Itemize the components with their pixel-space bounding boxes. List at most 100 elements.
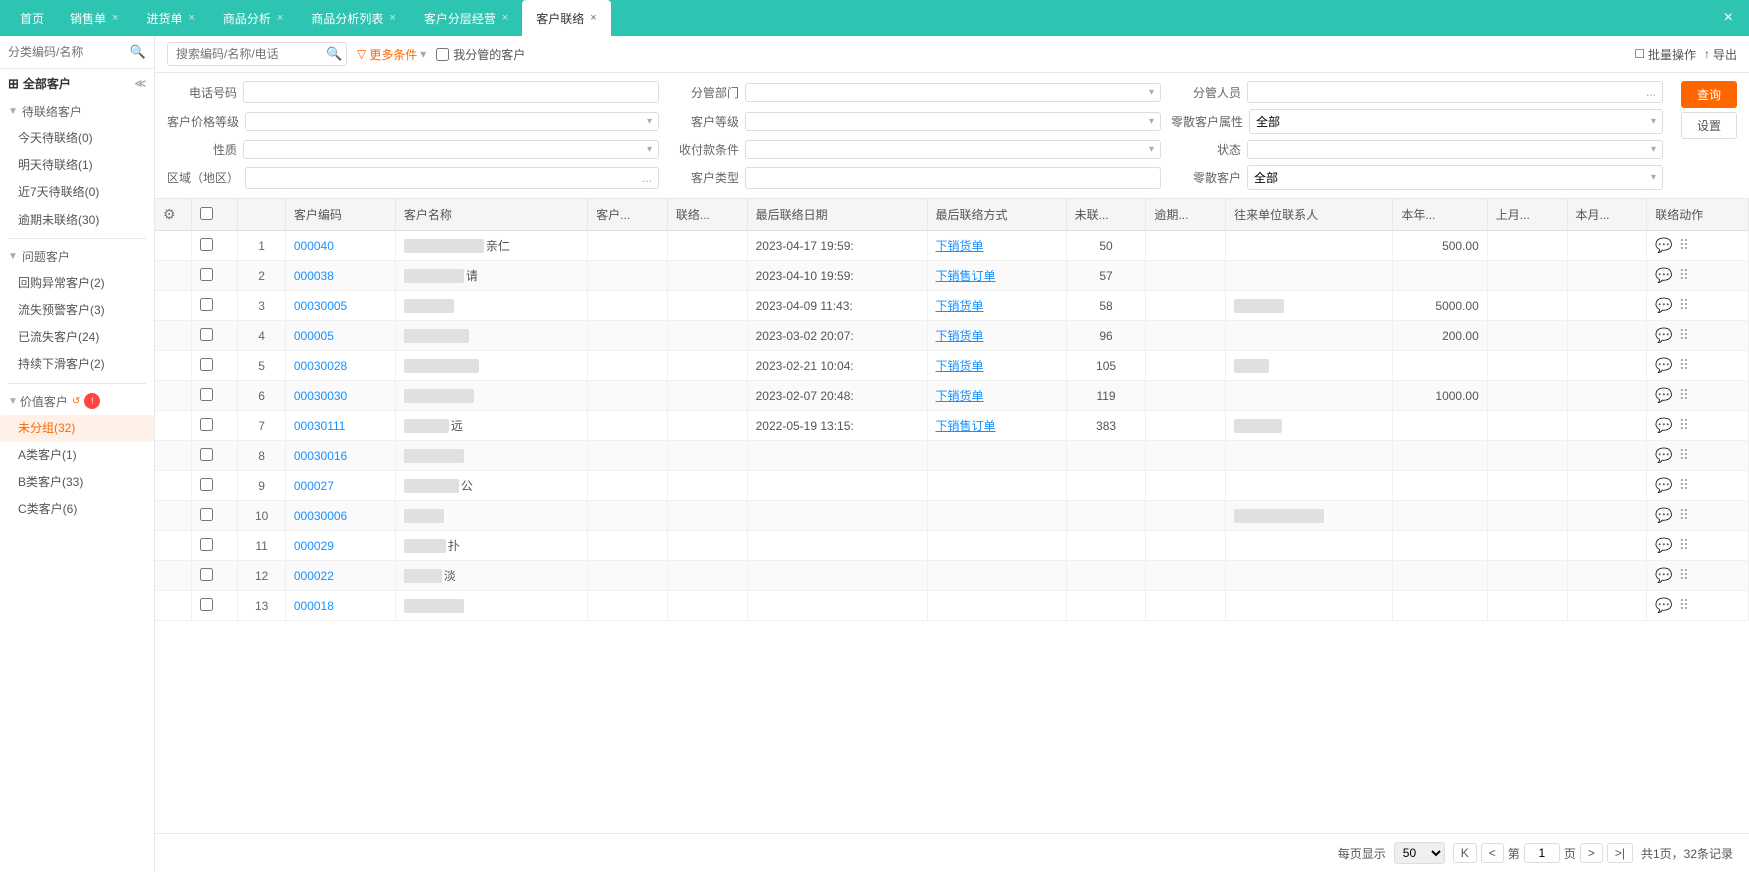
tab-purchase[interactable]: 进货单 × xyxy=(132,0,208,36)
scatter-cust-select[interactable]: 全部 ▾ xyxy=(1247,165,1663,190)
sidebar-item-7days[interactable]: 近7天待联络(0) xyxy=(0,179,154,206)
batch-operation-btn[interactable]: ☐ 批量操作 xyxy=(1634,46,1696,63)
row-last-way[interactable] xyxy=(927,531,1066,561)
first-page-btn[interactable]: K xyxy=(1453,843,1477,863)
chat-icon[interactable]: 💬 xyxy=(1655,507,1672,524)
col-this-year[interactable]: 本年... xyxy=(1393,199,1487,231)
prev-page-btn[interactable]: < xyxy=(1481,843,1504,863)
more-icon[interactable]: ⠿ xyxy=(1679,267,1689,284)
filter-search-icon[interactable]: 🔍 xyxy=(326,46,342,62)
row-code[interactable]: 00030005 xyxy=(285,291,395,321)
row-select[interactable] xyxy=(200,358,213,371)
sidebar-item-lost[interactable]: 已流失客户(24) xyxy=(0,324,154,351)
row-checkbox[interactable] xyxy=(191,381,238,411)
row-last-way[interactable]: 下销货单 xyxy=(927,291,1066,321)
row-code[interactable]: 00030030 xyxy=(285,381,395,411)
row-code[interactable]: 00030028 xyxy=(285,351,395,381)
row-code[interactable]: 000022 xyxy=(285,561,395,591)
row-code[interactable]: 00030016 xyxy=(285,441,395,471)
tab-customer-contact[interactable]: 客户联络 × xyxy=(522,0,610,36)
row-checkbox[interactable] xyxy=(191,231,238,261)
nature-select[interactable]: ▾ xyxy=(243,140,659,159)
col-contact[interactable]: 联络... xyxy=(667,199,747,231)
row-last-way[interactable]: 下销货单 xyxy=(927,231,1066,261)
more-icon[interactable]: ⠿ xyxy=(1679,447,1689,464)
sidebar-item-today[interactable]: 今天待联络(0) xyxy=(0,125,154,152)
more-icon[interactable]: ⠿ xyxy=(1679,477,1689,494)
more-icon[interactable]: ⠿ xyxy=(1679,387,1689,404)
region-ellipsis[interactable]: ... xyxy=(245,167,659,189)
sidebar-search-input[interactable] xyxy=(8,45,130,59)
more-conditions-btn[interactable]: ▽ 更多条件 ▾ xyxy=(357,46,426,63)
row-code[interactable]: 000027 xyxy=(285,471,395,501)
sidebar-item-abnormal[interactable]: 回购异常客户(2) xyxy=(0,270,154,297)
chat-icon[interactable]: 💬 xyxy=(1655,387,1672,404)
close-all-btn[interactable]: × xyxy=(1716,9,1741,27)
row-last-way[interactable] xyxy=(927,561,1066,591)
tab-home[interactable]: 首页 xyxy=(8,0,56,36)
payment-select[interactable]: ▾ xyxy=(745,140,1161,159)
more-icon[interactable]: ⠿ xyxy=(1679,357,1689,374)
query-btn[interactable]: 查询 xyxy=(1681,81,1737,108)
row-last-way[interactable] xyxy=(927,441,1066,471)
chat-icon[interactable]: 💬 xyxy=(1655,447,1672,464)
row-checkbox[interactable] xyxy=(191,321,238,351)
col-last-date[interactable]: 最后联络日期 xyxy=(747,199,927,231)
close-product-tab[interactable]: × xyxy=(277,12,283,24)
col-last-month[interactable]: 上月... xyxy=(1487,199,1567,231)
row-select[interactable] xyxy=(200,448,213,461)
sidebar-search-icon[interactable]: 🔍 xyxy=(130,44,146,60)
more-icon[interactable]: ⠿ xyxy=(1679,567,1689,584)
row-select[interactable] xyxy=(200,568,213,581)
reset-btn[interactable]: 设置 xyxy=(1681,112,1737,139)
page-number-input[interactable] xyxy=(1524,843,1560,863)
row-last-way[interactable]: 下销货单 xyxy=(927,381,1066,411)
row-select[interactable] xyxy=(200,508,213,521)
col-overdue[interactable]: 逾期... xyxy=(1146,199,1226,231)
next-page-btn[interactable]: > xyxy=(1580,843,1603,863)
row-checkbox[interactable] xyxy=(191,351,238,381)
row-select[interactable] xyxy=(200,328,213,341)
sidebar-item-unclassified[interactable]: 未分组(32) xyxy=(0,415,154,442)
sidebar-pending-group[interactable]: ▼ 待联络客户 xyxy=(0,98,154,125)
row-checkbox[interactable] xyxy=(191,261,238,291)
chat-icon[interactable]: 💬 xyxy=(1655,567,1672,584)
row-last-way[interactable] xyxy=(927,501,1066,531)
scatter-attr-select[interactable]: 全部 ▾ xyxy=(1249,109,1663,134)
close-product-list-tab[interactable]: × xyxy=(389,12,395,24)
chat-icon[interactable]: 💬 xyxy=(1655,477,1672,494)
col-code[interactable]: 客户编码 xyxy=(285,199,395,231)
row-code[interactable]: 00030006 xyxy=(285,501,395,531)
filter-search-box[interactable]: 🔍 xyxy=(167,42,347,66)
row-code[interactable]: 000018 xyxy=(285,591,395,621)
col-last-way[interactable]: 最后联络方式 xyxy=(927,199,1066,231)
chat-icon[interactable]: 💬 xyxy=(1655,597,1672,614)
close-segment-tab[interactable]: × xyxy=(502,12,508,24)
col-settings[interactable]: ⚙ xyxy=(155,199,191,231)
refresh-icon[interactable]: ↺ xyxy=(72,396,80,407)
phone-input[interactable] xyxy=(243,81,659,103)
col-name[interactable]: 客户名称 xyxy=(395,199,587,231)
row-select[interactable] xyxy=(200,598,213,611)
row-last-way[interactable]: 下销售订单 xyxy=(927,261,1066,291)
tab-customer-segment[interactable]: 客户分层经营 × xyxy=(410,0,522,36)
col-no-contact[interactable]: 未联... xyxy=(1066,199,1146,231)
close-sales-tab[interactable]: × xyxy=(112,12,118,24)
row-code[interactable]: 000005 xyxy=(285,321,395,351)
row-checkbox[interactable] xyxy=(191,501,238,531)
row-select[interactable] xyxy=(200,418,213,431)
row-select[interactable] xyxy=(200,238,213,251)
filter-search-input[interactable] xyxy=(176,47,326,61)
row-last-way[interactable]: 下销货单 xyxy=(927,321,1066,351)
sidebar-item-declining[interactable]: 持续下滑客户(2) xyxy=(0,351,154,378)
row-select[interactable] xyxy=(200,478,213,491)
sidebar-item-class-b[interactable]: B类客户(33) xyxy=(0,469,154,496)
row-code[interactable]: 000040 xyxy=(285,231,395,261)
more-icon[interactable]: ⠿ xyxy=(1679,537,1689,554)
row-checkbox[interactable] xyxy=(191,441,238,471)
close-contact-tab[interactable]: × xyxy=(590,12,596,24)
chat-icon[interactable]: 💬 xyxy=(1655,357,1672,374)
row-code[interactable]: 00030111 xyxy=(285,411,395,441)
row-last-way[interactable]: 下销货单 xyxy=(927,351,1066,381)
status-select[interactable]: ▾ xyxy=(1247,140,1663,159)
